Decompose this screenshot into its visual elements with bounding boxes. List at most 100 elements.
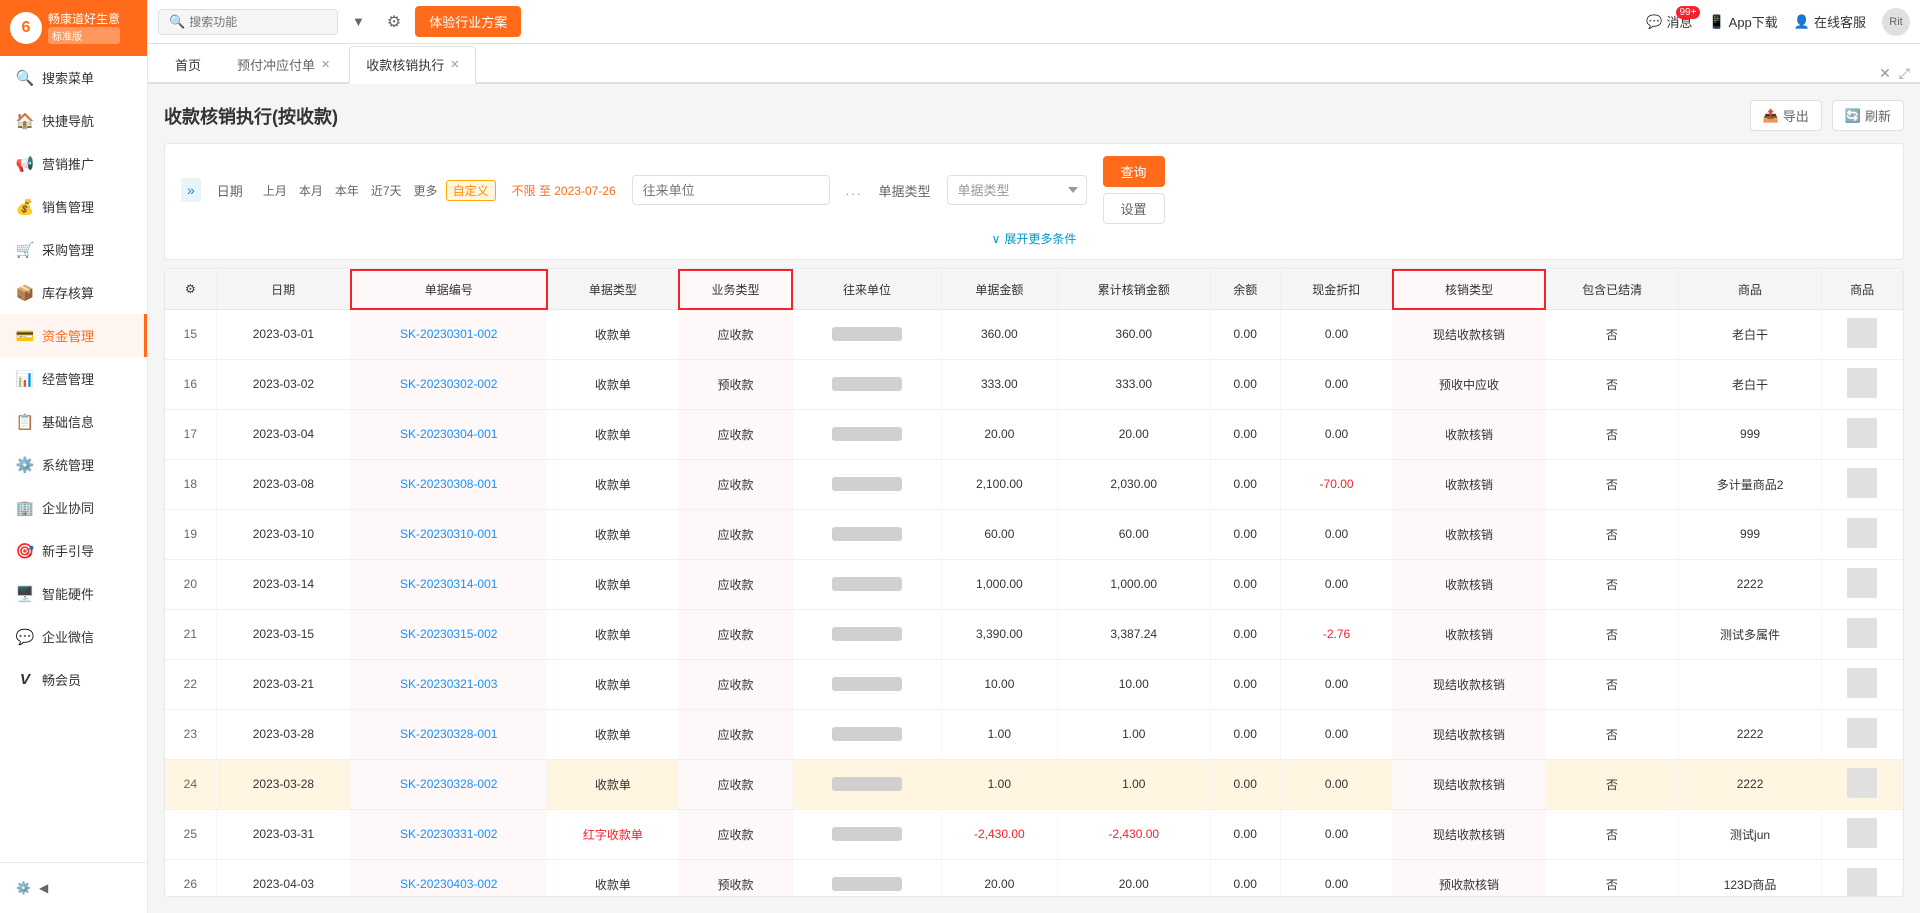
sidebar-item-inventory[interactable]: 📦 库存核算 xyxy=(0,271,147,314)
online-service-button[interactable]: 👤 在线客服 xyxy=(1794,12,1866,31)
sidebar-item-label: 资金管理 xyxy=(42,326,94,345)
tab-prepay-label: 预付冲应付单 xyxy=(237,55,315,74)
basic-icon: 📋 xyxy=(16,413,34,431)
date-custom-button[interactable]: 自定义 xyxy=(446,180,496,201)
voucher-no-link[interactable]: SK-20230301-002 xyxy=(400,327,497,341)
cell-include-settled: 否 xyxy=(1545,609,1678,659)
voucher-no-link[interactable]: SK-20230302-002 xyxy=(400,377,497,391)
sidebar-item-quicknav[interactable]: 🏠 快捷导航 xyxy=(0,99,147,142)
voucher-no-link[interactable]: SK-20230304-001 xyxy=(400,427,497,441)
voucher-no-link[interactable]: SK-20230308-001 xyxy=(400,477,497,491)
th-settings[interactable]: ⚙ xyxy=(165,270,216,309)
refresh-button[interactable]: 🔄 刷新 xyxy=(1832,100,1904,131)
voucher-no-link[interactable]: SK-20230328-001 xyxy=(400,727,497,741)
cell-verify-type: 收款核销 xyxy=(1393,459,1546,509)
voucher-no-link[interactable]: SK-20230315-002 xyxy=(400,627,497,641)
sidebar-item-purchase[interactable]: 🛒 采购管理 xyxy=(0,228,147,271)
export-button[interactable]: 📤 导出 xyxy=(1750,100,1822,131)
tab-home[interactable]: 首页 xyxy=(158,46,218,82)
voucher-type-select[interactable]: 单据类型 xyxy=(947,175,1087,205)
voucher-no-link[interactable]: SK-20230403-002 xyxy=(400,877,497,891)
filter-expand[interactable]: ∨ 展开更多条件 xyxy=(181,230,1887,247)
tab-collection[interactable]: 收款核销执行 ✕ xyxy=(349,46,476,84)
cell-include-settled: 否 xyxy=(1545,509,1678,559)
tab-expand-icon[interactable]: ⤢ xyxy=(1899,65,1910,82)
sidebar-item-system[interactable]: ⚙️ 系统管理 xyxy=(0,443,147,486)
cell-date: 2023-03-21 xyxy=(216,659,350,709)
voucher-type-label: 单据类型 xyxy=(878,181,930,200)
table-container[interactable]: ⚙ 日期 单据编号 单据类型 业务类型 往来单位 单据金额 累计核销金额 余额 … xyxy=(164,268,1904,897)
voucher-no-link[interactable]: SK-20230310-001 xyxy=(400,527,497,541)
sidebar-item-search[interactable]: 🔍 搜索菜单 xyxy=(0,56,147,99)
sidebar: 6 畅康道好生意 标准版 🔍 搜索菜单 🏠 快捷导航 📢 营销推广 💰 销售管理… xyxy=(0,0,148,913)
cell-verify-type: 现结收款核销 xyxy=(1393,759,1546,809)
date-7days[interactable]: 近7天 xyxy=(367,180,406,201)
tab-close-prepay[interactable]: ✕ xyxy=(321,58,330,71)
topbar-dropdown[interactable]: ▼ xyxy=(344,10,373,33)
topbar-search[interactable]: 🔍 xyxy=(158,9,338,35)
voucher-no-link[interactable]: SK-20230331-002 xyxy=(400,827,497,841)
tab-prepay[interactable]: 预付冲应付单 ✕ xyxy=(220,46,347,82)
th-voucher-no: 单据编号 xyxy=(351,270,547,309)
date-this-month[interactable]: 本月 xyxy=(295,180,327,201)
cell-verified-amount: 60.00 xyxy=(1057,509,1210,559)
app-download-button[interactable]: 📱 App下载 xyxy=(1708,12,1777,31)
cell-verify-type: 预收中应收 xyxy=(1393,359,1546,409)
th-include-settled: 包含已结清 xyxy=(1545,270,1678,309)
voucher-no-link[interactable]: SK-20230314-001 xyxy=(400,577,497,591)
topbar: 🔍 ▼ ⚙ 体验行业方案 💬 消息 99+ 📱 App下载 👤 在线客服 Rit xyxy=(148,0,1920,44)
table-row: 21 2023-03-15 SK-20230315-002 收款单 应收款 ██… xyxy=(165,609,1903,659)
date-more[interactable]: 更多 xyxy=(410,180,442,201)
sidebar-item-hardware[interactable]: 🖥️ 智能硬件 xyxy=(0,572,147,615)
tab-close-collection[interactable]: ✕ xyxy=(450,58,459,71)
table-row: 16 2023-03-02 SK-20230302-002 收款单 预收款 ██… xyxy=(165,359,1903,409)
sidebar-item-operation[interactable]: 📊 经营管理 xyxy=(0,357,147,400)
date-range: 不限 至 2023-07-26 xyxy=(512,182,616,199)
cell-partner: ██████ xyxy=(792,809,941,859)
cell-verify-type: 收款核销 xyxy=(1393,409,1546,459)
partner-input[interactable] xyxy=(632,175,830,205)
sidebar-item-basic[interactable]: 📋 基础信息 xyxy=(0,400,147,443)
cell-cash-discount: -70.00 xyxy=(1280,459,1392,509)
query-button[interactable]: 查询 xyxy=(1103,156,1165,187)
sidebar-item-enterprise[interactable]: 🏢 企业协同 xyxy=(0,486,147,529)
date-this-year[interactable]: 本年 xyxy=(331,180,363,201)
cell-cash-discount: 0.00 xyxy=(1280,759,1392,809)
cell-amount: 1,000.00 xyxy=(941,559,1057,609)
sidebar-item-guide[interactable]: 🎯 新手引导 xyxy=(0,529,147,572)
th-goods: 商品 xyxy=(1678,270,1822,309)
sidebar-item-label: 系统管理 xyxy=(42,455,94,474)
messages-button[interactable]: 💬 消息 99+ xyxy=(1646,12,1692,31)
tab-close-all[interactable]: ✕ xyxy=(1879,65,1891,82)
sidebar-item-member[interactable]: V 畅会员 xyxy=(0,658,147,701)
cell-cash-discount: 0.00 xyxy=(1280,709,1392,759)
cell-voucher-no: SK-20230314-001 xyxy=(351,559,547,609)
sidebar-bottom: ⚙️ ◀ xyxy=(0,862,147,913)
voucher-no-link[interactable]: SK-20230328-002 xyxy=(400,777,497,791)
sidebar-item-sales[interactable]: 💰 销售管理 xyxy=(0,185,147,228)
cell-goods: 测试多属件 xyxy=(1678,609,1822,659)
cell-amount: 60.00 xyxy=(941,509,1057,559)
filter-toggle-button[interactable]: » xyxy=(181,178,201,202)
cell-goods: 老白干 xyxy=(1678,359,1822,409)
sidebar-item-fund[interactable]: 💳 资金管理 xyxy=(0,314,147,357)
sidebar-settings[interactable]: ⚙️ ◀ xyxy=(0,873,147,903)
gear-icon[interactable]: ⚙ xyxy=(379,8,409,36)
cell-balance: 0.00 xyxy=(1210,509,1280,559)
sidebar-item-marketing[interactable]: 📢 营销推广 xyxy=(0,142,147,185)
cell-cash-discount: 0.00 xyxy=(1280,659,1392,709)
table-row: 17 2023-03-04 SK-20230304-001 收款单 应收款 ██… xyxy=(165,409,1903,459)
search-input[interactable] xyxy=(189,15,319,29)
sidebar-item-wechat[interactable]: 💬 企业微信 xyxy=(0,615,147,658)
cell-verified-amount: 333.00 xyxy=(1057,359,1210,409)
sidebar-item-label: 快捷导航 xyxy=(42,111,94,130)
cell-cash-discount: 0.00 xyxy=(1280,559,1392,609)
cell-num: 24 xyxy=(165,759,216,809)
date-last-month[interactable]: 上月 xyxy=(259,180,291,201)
cell-biz-type: 预收款 xyxy=(679,859,792,897)
filter-settings-button[interactable]: 设置 xyxy=(1103,193,1165,224)
cell-voucher-type: 红字收款单 xyxy=(547,809,679,859)
voucher-no-link[interactable]: SK-20230321-003 xyxy=(400,677,497,691)
user-avatar[interactable]: Rit xyxy=(1882,8,1910,36)
solution-button[interactable]: 体验行业方案 xyxy=(415,6,521,37)
